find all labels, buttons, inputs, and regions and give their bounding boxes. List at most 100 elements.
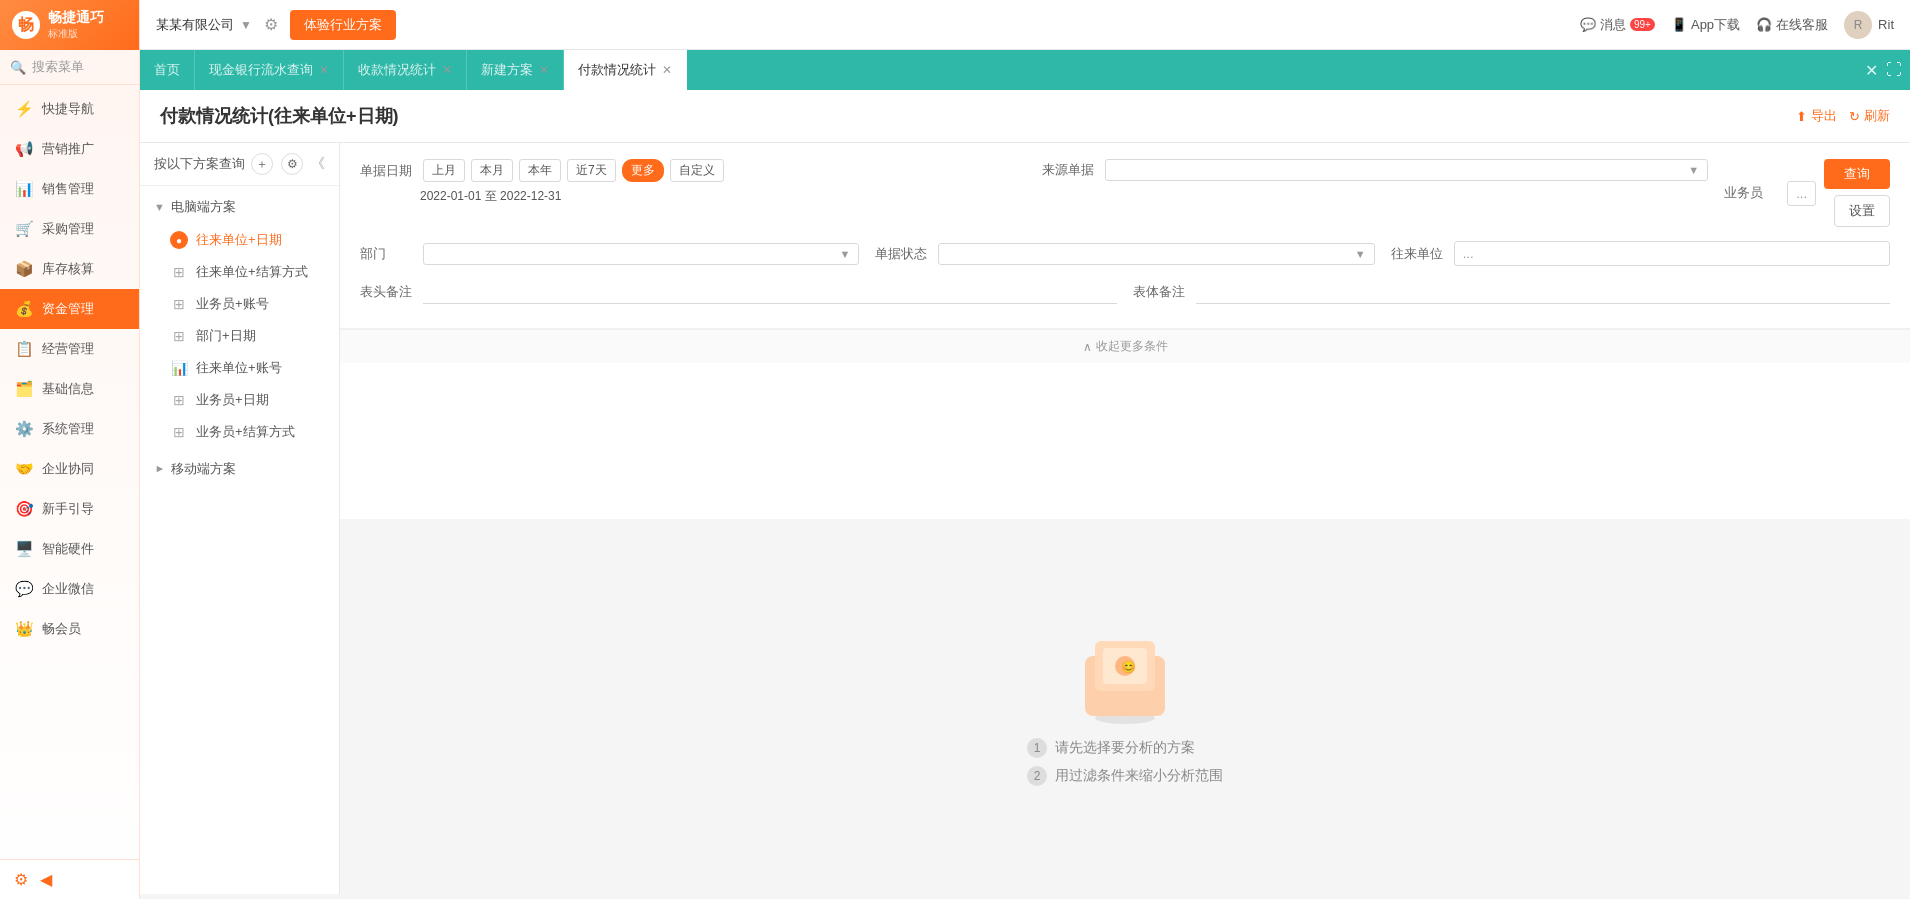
sidebar-item-inventory[interactable]: 📦 库存核算 bbox=[0, 249, 139, 289]
tab-bank[interactable]: 现金银行流水查询 ✕ bbox=[195, 50, 344, 90]
date-btn-last7[interactable]: 近7天 bbox=[567, 159, 616, 182]
page-title: 付款情况统计(往来单位+日期) bbox=[160, 104, 399, 128]
search-icon: 🔍 bbox=[10, 60, 26, 75]
topbar-settings-icon[interactable]: ⚙ bbox=[264, 15, 278, 34]
tab-receipt-close[interactable]: ✕ bbox=[442, 63, 452, 77]
export-btn[interactable]: ⬆ 导出 bbox=[1796, 107, 1837, 125]
close-all-tabs-btn[interactable]: ✕ bbox=[1865, 61, 1878, 80]
dept-label: 部门 bbox=[360, 245, 415, 263]
add-scheme-btn[interactable]: ＋ bbox=[251, 153, 273, 175]
dept-filter-item: 部门 ▼ bbox=[360, 243, 859, 265]
dept-select-arrow: ▼ bbox=[839, 248, 850, 260]
enterprise-icon: 🤝 bbox=[14, 459, 34, 479]
sidebar-item-operation[interactable]: 📋 经营管理 bbox=[0, 329, 139, 369]
message-icon: 💬 bbox=[1580, 17, 1596, 32]
sidebar-item-member[interactable]: 👑 畅会员 bbox=[0, 609, 139, 649]
salesman-label: 业务员 bbox=[1724, 184, 1779, 202]
user-avatar: R bbox=[1844, 11, 1872, 39]
tab-payment-close[interactable]: ✕ bbox=[662, 63, 672, 77]
main-content: 付款情况统计(往来单位+日期) ⬆ 导出 ↻ 刷新 按以下方案查询 ＋ ⚙ 《 bbox=[140, 90, 1910, 899]
operation-icon: 📋 bbox=[14, 339, 34, 359]
user-menu[interactable]: R Rit bbox=[1844, 11, 1894, 39]
nav-list: ⚡ 快捷导航 📢 营销推广 📊 销售管理 🛒 采购管理 📦 库存核算 💰 资金管… bbox=[0, 85, 139, 859]
collapse-sidebar-btn[interactable]: ◀ bbox=[40, 870, 52, 889]
search-menu[interactable]: 🔍 搜索菜单 bbox=[0, 50, 139, 85]
quick-nav-icon: ⚡ bbox=[14, 99, 34, 119]
sidebar-item-wechat[interactable]: 💬 企业微信 bbox=[0, 569, 139, 609]
date-btn-last-month[interactable]: 上月 bbox=[423, 159, 465, 182]
sidebar-item-quick-nav[interactable]: ⚡ 快捷导航 bbox=[0, 89, 139, 129]
scheme-item-counterpart-date[interactable]: ● 往来单位+日期 bbox=[140, 224, 339, 256]
result-area: 😊 1 请先选择要分析的方案 2 用过滤条件来缩小分析范围 bbox=[340, 519, 1910, 895]
collapse-scheme-panel-btn[interactable]: 《 bbox=[311, 155, 325, 173]
sidebar-item-purchase[interactable]: 🛒 采购管理 bbox=[0, 209, 139, 249]
trial-btn[interactable]: 体验行业方案 bbox=[290, 10, 396, 40]
scheme-item-salesman-settle[interactable]: ⊞ 业务员+结算方式 bbox=[140, 416, 339, 448]
sidebar-item-marketing[interactable]: 📢 营销推广 bbox=[0, 129, 139, 169]
counterpart-select-btn[interactable]: ... bbox=[1454, 241, 1890, 266]
scheme-icon-2: ⊞ bbox=[170, 295, 188, 313]
scheme-item-counterpart-settle[interactable]: ⊞ 往来单位+结算方式 bbox=[140, 256, 339, 288]
collapse-conditions-btn[interactable]: ∧ 收起更多条件 bbox=[340, 329, 1910, 363]
sidebar-item-finance[interactable]: 💰 资金管理 bbox=[0, 289, 139, 329]
date-btn-custom[interactable]: 自定义 bbox=[670, 159, 724, 182]
logo-icon: 畅 bbox=[12, 11, 40, 39]
tab-new-scheme[interactable]: 新建方案 ✕ bbox=[467, 50, 564, 90]
voucher-status-select[interactable]: ▼ bbox=[938, 243, 1374, 265]
date-btn-this-year[interactable]: 本年 bbox=[519, 159, 561, 182]
tab-payment[interactable]: 付款情况统计 ✕ bbox=[564, 50, 687, 90]
collapse-icon: ∧ bbox=[1083, 340, 1092, 354]
source-select[interactable]: ▼ bbox=[1105, 159, 1708, 181]
date-btn-more[interactable]: 更多 bbox=[622, 159, 664, 182]
right-panel: 单据日期 上月 本月 本年 近7天 更多 自定义 2022 bbox=[340, 143, 1910, 894]
dept-select[interactable]: ▼ bbox=[423, 243, 859, 265]
scheme-panel-actions: ＋ ⚙ 《 bbox=[251, 153, 325, 175]
scheme-icon-1: ⊞ bbox=[170, 263, 188, 281]
date-btn-this-month[interactable]: 本月 bbox=[471, 159, 513, 182]
query-button[interactable]: 查询 bbox=[1824, 159, 1890, 189]
empty-msg-2: 2 用过滤条件来缩小分析范围 bbox=[1027, 766, 1223, 786]
sidebar-item-guide[interactable]: 🎯 新手引导 bbox=[0, 489, 139, 529]
empty-messages: 1 请先选择要分析的方案 2 用过滤条件来缩小分析范围 bbox=[1027, 738, 1223, 786]
refresh-btn[interactable]: ↻ 刷新 bbox=[1849, 107, 1890, 125]
body-note-label: 表体备注 bbox=[1133, 283, 1188, 301]
salesman-select-btn[interactable]: ... bbox=[1787, 181, 1816, 206]
pc-scheme-group: ▼ 电脑端方案 ● 往来单位+日期 ⊞ 往来单位+结算方式 ⊞ 业务员+账号 ⊞ bbox=[140, 186, 339, 452]
scheme-settings-btn[interactable]: ⚙ bbox=[281, 153, 303, 175]
query-btn-group: 查询 设置 bbox=[1824, 159, 1890, 227]
scheme-item-salesman-account[interactable]: ⊞ 业务员+账号 bbox=[140, 288, 339, 320]
page-header: 付款情况统计(往来单位+日期) ⬆ 导出 ↻ 刷新 bbox=[140, 90, 1910, 143]
source-select-arrow: ▼ bbox=[1688, 164, 1699, 176]
source-label: 来源单据 bbox=[1042, 161, 1097, 179]
sidebar-item-enterprise[interactable]: 🤝 企业协同 bbox=[0, 449, 139, 489]
sidebar-item-hardware[interactable]: 🖥️ 智能硬件 bbox=[0, 529, 139, 569]
maximize-btn[interactable]: ⛶ bbox=[1886, 61, 1902, 79]
tab-receipt[interactable]: 收款情况统计 ✕ bbox=[344, 50, 467, 90]
tab-new-scheme-close[interactable]: ✕ bbox=[539, 63, 549, 77]
scheme-item-dept-date[interactable]: ⊞ 部门+日期 bbox=[140, 320, 339, 352]
settings-footer-btn[interactable]: ⚙ bbox=[14, 870, 28, 889]
settings-button[interactable]: 设置 bbox=[1834, 195, 1890, 227]
headset-icon: 🎧 bbox=[1756, 17, 1772, 32]
header-note-input[interactable] bbox=[423, 280, 1117, 304]
mobile-group-header[interactable]: ▼ 移动端方案 bbox=[140, 452, 339, 486]
message-action[interactable]: 💬 消息 99+ bbox=[1580, 16, 1655, 34]
sidebar-item-system[interactable]: ⚙️ 系统管理 bbox=[0, 409, 139, 449]
empty-svg: 😊 bbox=[1065, 626, 1185, 726]
empty-msg-1: 1 请先选择要分析的方案 bbox=[1027, 738, 1223, 758]
online-service-action[interactable]: 🎧 在线客服 bbox=[1756, 16, 1828, 34]
sidebar-item-sales[interactable]: 📊 销售管理 bbox=[0, 169, 139, 209]
body-note-input[interactable] bbox=[1196, 280, 1890, 304]
pc-group-header[interactable]: ▼ 电脑端方案 bbox=[140, 190, 339, 224]
tab-bank-close[interactable]: ✕ bbox=[319, 63, 329, 77]
scheme-item-counterpart-account[interactable]: 📊 往来单位+账号 bbox=[140, 352, 339, 384]
date-label: 单据日期 bbox=[360, 162, 415, 180]
app-download-action[interactable]: 📱 App下载 bbox=[1671, 16, 1740, 34]
tab-home[interactable]: 首页 bbox=[140, 50, 195, 90]
counterpart-filter-item: 往来单位 ... bbox=[1391, 241, 1890, 266]
content-area: 按以下方案查询 ＋ ⚙ 《 ▼ 电脑端方案 ● 往来单位+日期 ⊞ bbox=[140, 143, 1910, 894]
header-note-label: 表头备注 bbox=[360, 283, 415, 301]
hardware-icon: 🖥️ bbox=[14, 539, 34, 559]
sidebar-item-basic[interactable]: 🗂️ 基础信息 bbox=[0, 369, 139, 409]
scheme-item-salesman-date[interactable]: ⊞ 业务员+日期 bbox=[140, 384, 339, 416]
